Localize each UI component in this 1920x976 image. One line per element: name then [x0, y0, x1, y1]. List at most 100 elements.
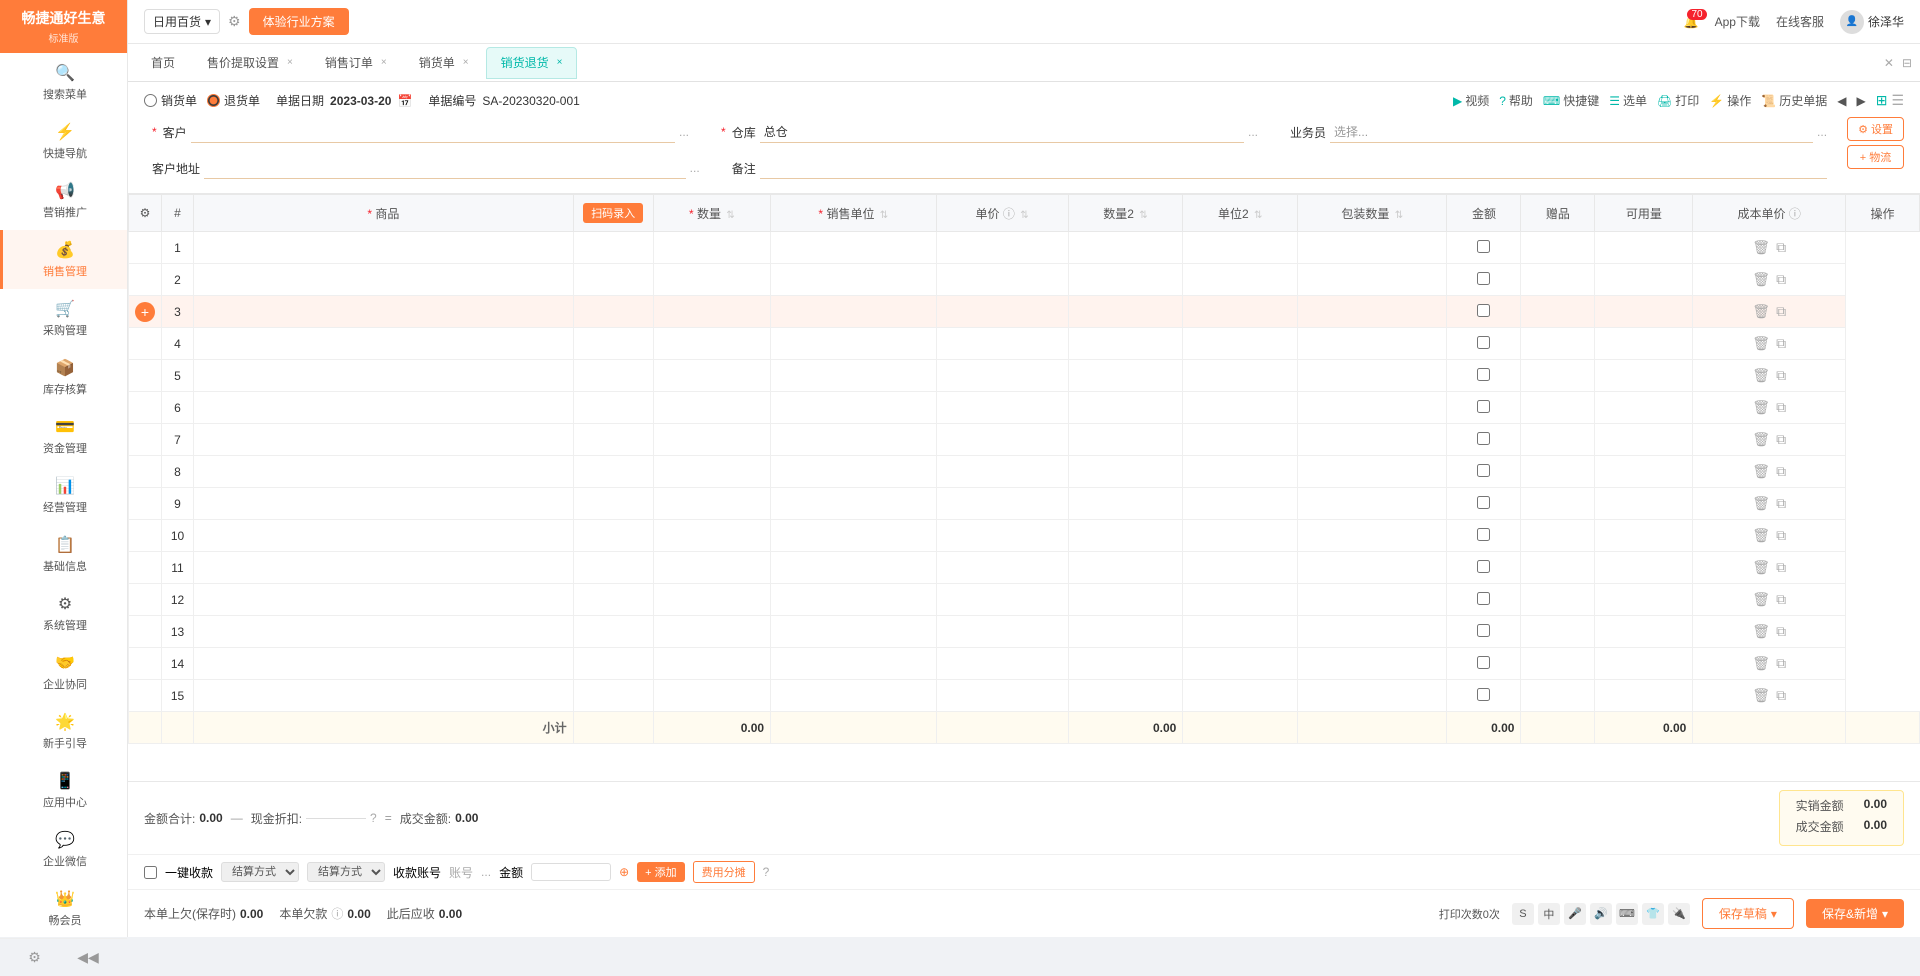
payment-help-icon[interactable]: ? [763, 865, 770, 879]
copy-icon-12[interactable]: ⧉ [1776, 591, 1786, 608]
product-cell-14[interactable] [194, 648, 574, 680]
gift-cell-12[interactable] [1447, 584, 1521, 616]
taskbar-icon-2[interactable]: 中 [1538, 903, 1560, 925]
delete-icon-6[interactable]: 🗑 [1752, 399, 1770, 416]
unit-price-cell-7[interactable] [771, 424, 936, 456]
available-cell-13[interactable] [1521, 616, 1595, 648]
unit-price-tip-icon[interactable]: ⓘ [1003, 207, 1015, 221]
amount-cell-13[interactable] [1298, 616, 1447, 648]
tab-sales-invoice[interactable]: 销货单 × [404, 47, 484, 79]
row-settings-11[interactable] [129, 552, 162, 584]
copy-icon-10[interactable]: ⧉ [1776, 527, 1786, 544]
available-cell-11[interactable] [1521, 552, 1595, 584]
row-settings-8[interactable] [129, 456, 162, 488]
history-btn[interactable]: 📜 历史单据 [1761, 92, 1827, 109]
copy-icon-13[interactable]: ⧉ [1776, 623, 1786, 640]
gift-cell-13[interactable] [1447, 616, 1521, 648]
quantity-cell-12[interactable] [573, 584, 653, 616]
cost-price-tip-icon[interactable]: ⓘ [1789, 207, 1801, 221]
row-settings-3[interactable]: + [129, 296, 162, 328]
cost-price-cell-6[interactable] [1595, 392, 1693, 424]
unit-price-cell-5[interactable] [771, 360, 936, 392]
delete-icon-8[interactable]: 🗑 [1752, 463, 1770, 480]
delete-icon-15[interactable]: 🗑 [1752, 687, 1770, 704]
copy-icon-4[interactable]: ⧉ [1776, 335, 1786, 352]
row-settings-14[interactable] [129, 648, 162, 680]
unit2-cell-3[interactable] [1068, 296, 1183, 328]
sidebar-item-quick-nav[interactable]: ⚡ 快捷导航 [0, 112, 127, 171]
cash-discount-input[interactable] [306, 818, 366, 819]
product-cell-13[interactable] [194, 616, 574, 648]
available-cell-4[interactable] [1521, 328, 1595, 360]
unit2-cell-8[interactable] [1068, 456, 1183, 488]
product-cell-4[interactable] [194, 328, 574, 360]
pack-qty-cell-4[interactable] [1183, 328, 1298, 360]
copy-icon-7[interactable]: ⧉ [1776, 431, 1786, 448]
row-settings-15[interactable] [129, 680, 162, 712]
list-view-btn[interactable]: ☰ [1891, 92, 1904, 109]
col-scan[interactable]: 扫码录入 [573, 195, 653, 232]
gift-checkbox-5[interactable] [1477, 368, 1490, 381]
gift-checkbox-12[interactable] [1477, 592, 1490, 605]
product-cell-9[interactable] [194, 488, 574, 520]
product-cell-8[interactable] [194, 456, 574, 488]
unit-price-cell-6[interactable] [771, 392, 936, 424]
unit2-cell-6[interactable] [1068, 392, 1183, 424]
unit-price-cell-11[interactable] [771, 552, 936, 584]
available-cell-9[interactable] [1521, 488, 1595, 520]
gift-cell-4[interactable] [1447, 328, 1521, 360]
account-dots[interactable]: ... [481, 865, 491, 879]
available-cell-14[interactable] [1521, 648, 1595, 680]
cost-price-cell-11[interactable] [1595, 552, 1693, 584]
copy-icon-5[interactable]: ⧉ [1776, 367, 1786, 384]
sidebar-item-marketing[interactable]: 📢 营销推广 [0, 171, 127, 230]
quantity-cell-6[interactable] [573, 392, 653, 424]
scan-button[interactable]: 扫码录入 [583, 203, 643, 223]
operate-btn[interactable]: ⚡ 操作 [1709, 92, 1751, 109]
quantity2-cell-15[interactable] [936, 680, 1068, 712]
cost-price-cell-7[interactable] [1595, 424, 1693, 456]
available-cell-8[interactable] [1521, 456, 1595, 488]
unit2-cell-12[interactable] [1068, 584, 1183, 616]
warehouse-input[interactable]: 总仓 [760, 121, 1244, 143]
gift-checkbox-13[interactable] [1477, 624, 1490, 637]
available-cell-1[interactable] [1521, 232, 1595, 264]
quantity2-cell-6[interactable] [936, 392, 1068, 424]
amount-cell-6[interactable] [1298, 392, 1447, 424]
copy-icon-14[interactable]: ⧉ [1776, 655, 1786, 672]
unit2-cell-13[interactable] [1068, 616, 1183, 648]
quantity-cell-4[interactable] [573, 328, 653, 360]
row-settings-6[interactable] [129, 392, 162, 424]
amount-cell-3[interactable] [1298, 296, 1447, 328]
delete-icon-14[interactable]: 🗑 [1752, 655, 1770, 672]
pack-qty-cell-12[interactable] [1183, 584, 1298, 616]
quantity2-cell-2[interactable] [936, 264, 1068, 296]
available-cell-6[interactable] [1521, 392, 1595, 424]
unit-price-cell-9[interactable] [771, 488, 936, 520]
product-cell-2[interactable] [194, 264, 574, 296]
expense-button[interactable]: 费用分摊 [693, 861, 755, 883]
unit-price-cell-13[interactable] [771, 616, 936, 648]
sales-unit-cell-8[interactable] [653, 456, 770, 488]
tab-sales-invoice-close[interactable]: × [463, 57, 469, 68]
customer-input[interactable] [191, 121, 675, 143]
tab-menu-icon[interactable]: ⊟ [1902, 56, 1912, 70]
cost-price-cell-8[interactable] [1595, 456, 1693, 488]
unit2-cell-9[interactable] [1068, 488, 1183, 520]
sidebar-item-purchase[interactable]: 🛒 采购管理 [0, 289, 127, 348]
table-container[interactable]: ⚙ # * 商品 扫码录入 * 数量 ⇅ [128, 194, 1920, 781]
row-settings-12[interactable] [129, 584, 162, 616]
quantity-cell-8[interactable] [573, 456, 653, 488]
amount-cell-14[interactable] [1298, 648, 1447, 680]
warehouse-dots[interactable]: ... [1248, 125, 1258, 139]
user-profile[interactable]: 👤 徐泽华 [1840, 10, 1904, 34]
copy-icon-1[interactable]: ⧉ [1776, 239, 1786, 256]
delete-icon-12[interactable]: 🗑 [1752, 591, 1770, 608]
taskbar-icon-6[interactable]: 👕 [1642, 903, 1664, 925]
copy-icon-6[interactable]: ⧉ [1776, 399, 1786, 416]
delete-icon-4[interactable]: 🗑 [1752, 335, 1770, 352]
unit-price-cell-14[interactable] [771, 648, 936, 680]
payment-amount-input[interactable] [531, 863, 611, 881]
cost-price-cell-13[interactable] [1595, 616, 1693, 648]
quantity-cell-1[interactable] [573, 232, 653, 264]
